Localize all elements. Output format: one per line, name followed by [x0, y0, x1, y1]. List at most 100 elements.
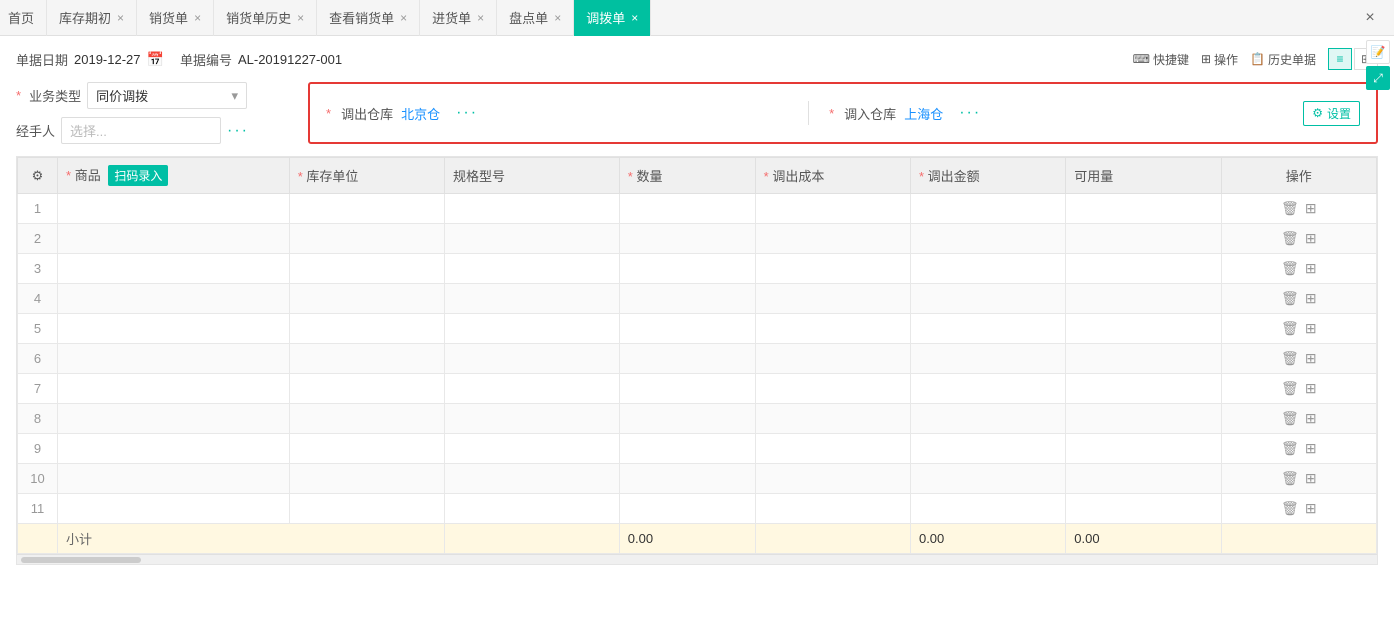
- tab-close-inventory-init[interactable]: ×: [117, 11, 124, 25]
- biz-type-value: 同价调拨: [96, 86, 148, 105]
- shortcut-button[interactable]: ⌨ 快捷键: [1133, 51, 1189, 68]
- copy-icon[interactable]: ⊞: [1305, 440, 1317, 457]
- tab-close-view-sales[interactable]: ×: [400, 11, 407, 25]
- history-button[interactable]: 📋 历史单据: [1250, 51, 1316, 68]
- calendar-icon[interactable]: 📅: [147, 51, 164, 68]
- table-row: 7🗑⊞: [18, 374, 1377, 404]
- biz-type-select[interactable]: 同价调拨 ▾: [87, 82, 247, 109]
- col-product-header: * 商品 扫码录入: [58, 158, 290, 194]
- delete-icon[interactable]: 🗑: [1281, 320, 1299, 337]
- settings-gear-icon: ⚙: [1312, 106, 1323, 120]
- gear-icon[interactable]: ⚙: [32, 168, 44, 183]
- tab-purchase-order[interactable]: 进货单 ×: [420, 0, 497, 36]
- tab-view-sales[interactable]: 查看销货单 ×: [317, 0, 420, 36]
- in-warehouse-field: * 调入仓库 上海仓 ···: [829, 104, 1291, 123]
- tab-close-sales-order[interactable]: ×: [194, 11, 201, 25]
- tab-inventory-init[interactable]: 库存期初 ×: [47, 0, 137, 36]
- subtotal-cost: 0.00: [919, 531, 944, 546]
- copy-icon[interactable]: ⊞: [1305, 200, 1317, 217]
- table-row: 8🗑⊞: [18, 404, 1377, 434]
- tab-sales-order[interactable]: 销货单 ×: [137, 0, 214, 36]
- subtotal-row: 小计 0.00 0.00 0.00: [18, 524, 1377, 554]
- table-row: 9🗑⊞: [18, 434, 1377, 464]
- copy-icon[interactable]: ⊞: [1305, 470, 1317, 487]
- copy-icon[interactable]: ⊞: [1305, 290, 1317, 307]
- col-available-header: 可用量: [1066, 158, 1221, 194]
- col-unit-header: * 库存单位: [289, 158, 444, 194]
- copy-icon[interactable]: ⊞: [1305, 230, 1317, 247]
- tab-close-inventory-check[interactable]: ×: [554, 11, 561, 25]
- copy-icon[interactable]: ⊞: [1305, 410, 1317, 427]
- right-notes-button[interactable]: 📝: [1366, 40, 1390, 64]
- date-label: 单据日期: [16, 50, 68, 69]
- header-row: 单据日期 2019-12-27 📅 单据编号 AL-20191227-001 ⌨…: [16, 48, 1378, 70]
- in-warehouse-label: 调入仓库: [844, 104, 896, 123]
- tab-inventory-check[interactable]: 盘点单 ×: [497, 0, 574, 36]
- form-section: * 业务类型 同价调拨 ▾ 经手人 选择... ··· * 调出仓库 北京仓: [16, 82, 1378, 144]
- tab-home[interactable]: 首页: [8, 0, 47, 36]
- delete-icon[interactable]: 🗑: [1281, 290, 1299, 307]
- settings-button[interactable]: ⚙ 设置: [1303, 101, 1360, 126]
- biz-type-field: * 业务类型 同价调拨 ▾: [16, 82, 296, 109]
- right-expand-button[interactable]: ⤢: [1366, 66, 1390, 90]
- out-warehouse-value: 北京仓: [401, 104, 440, 123]
- handler-field: 经手人 选择... ···: [16, 117, 296, 144]
- delete-icon[interactable]: 🗑: [1281, 500, 1299, 517]
- delete-icon[interactable]: 🗑: [1281, 470, 1299, 487]
- subtotal-label: 小计: [66, 532, 92, 547]
- col-spec-header: 规格型号: [445, 158, 620, 194]
- biz-type-label: 业务类型: [29, 86, 81, 105]
- delete-icon[interactable]: 🗑: [1281, 260, 1299, 277]
- delete-icon[interactable]: 🗑: [1281, 380, 1299, 397]
- table-row: 4🗑⊞: [18, 284, 1377, 314]
- shortcut-icon: ⌨: [1133, 52, 1150, 66]
- operation-button[interactable]: ⊞ 操作: [1201, 51, 1238, 68]
- delete-icon[interactable]: 🗑: [1281, 200, 1299, 217]
- tab-close-purchase-order[interactable]: ×: [477, 11, 484, 25]
- handler-more-button[interactable]: ···: [227, 122, 249, 140]
- doc-no-field: 单据编号 AL-20191227-001: [180, 50, 342, 69]
- product-table: ⚙ * 商品 扫码录入 * 库存单位 规格型号 *: [16, 156, 1378, 565]
- table-row: 3🗑⊞: [18, 254, 1377, 284]
- in-warehouse-value: 上海仓: [904, 104, 943, 123]
- chevron-down-icon: ▾: [232, 88, 239, 104]
- col-amount-header: * 调出金额: [910, 158, 1065, 194]
- table-row: 5🗑⊞: [18, 314, 1377, 344]
- warehouse-divider: [808, 101, 809, 125]
- history-icon: 📋: [1250, 52, 1265, 66]
- col-settings-header: ⚙: [18, 158, 58, 194]
- copy-icon[interactable]: ⊞: [1305, 350, 1317, 367]
- table-header-row: ⚙ * 商品 扫码录入 * 库存单位 规格型号 *: [18, 158, 1377, 194]
- window-close-button[interactable]: ×: [1354, 2, 1386, 34]
- copy-icon[interactable]: ⊞: [1305, 260, 1317, 277]
- warehouse-section: * 调出仓库 北京仓 ··· * 调入仓库 上海仓 ··· ⚙ 设置: [308, 82, 1378, 144]
- in-warehouse-more-button[interactable]: ···: [959, 104, 981, 122]
- tab-sales-history[interactable]: 销货单历史 ×: [214, 0, 317, 36]
- subtotal-qty: 0.00: [628, 531, 653, 546]
- doc-no-value: AL-20191227-001: [238, 52, 342, 67]
- copy-icon[interactable]: ⊞: [1305, 320, 1317, 337]
- scan-input-button[interactable]: 扫码录入: [108, 165, 168, 186]
- table-row: 6🗑⊞: [18, 344, 1377, 374]
- handler-label: 经手人: [16, 121, 55, 140]
- delete-icon[interactable]: 🗑: [1281, 410, 1299, 427]
- view-list-button[interactable]: ≡: [1328, 48, 1352, 70]
- copy-icon[interactable]: ⊞: [1305, 380, 1317, 397]
- toolbar-right: ⌨ 快捷键 ⊞ 操作 📋 历史单据 ≡ ⊞: [1133, 48, 1378, 70]
- scrollbar-thumb: [21, 557, 141, 563]
- horizontal-scrollbar[interactable]: [17, 554, 1377, 564]
- delete-icon[interactable]: 🗑: [1281, 230, 1299, 247]
- col-qty-header: * 数量: [619, 158, 755, 194]
- tab-transfer[interactable]: 调拨单 ×: [574, 0, 651, 36]
- out-warehouse-more-button[interactable]: ···: [456, 104, 478, 122]
- copy-icon[interactable]: ⊞: [1305, 500, 1317, 517]
- operation-icon: ⊞: [1201, 52, 1211, 66]
- tab-close-transfer[interactable]: ×: [631, 11, 638, 25]
- tab-close-sales-history[interactable]: ×: [297, 11, 304, 25]
- delete-icon[interactable]: 🗑: [1281, 440, 1299, 457]
- table-row: 10🗑⊞: [18, 464, 1377, 494]
- form-left: * 业务类型 同价调拨 ▾ 经手人 选择... ···: [16, 82, 296, 144]
- out-warehouse-label: 调出仓库: [341, 104, 393, 123]
- delete-icon[interactable]: 🗑: [1281, 350, 1299, 367]
- handler-input[interactable]: 选择...: [61, 117, 221, 144]
